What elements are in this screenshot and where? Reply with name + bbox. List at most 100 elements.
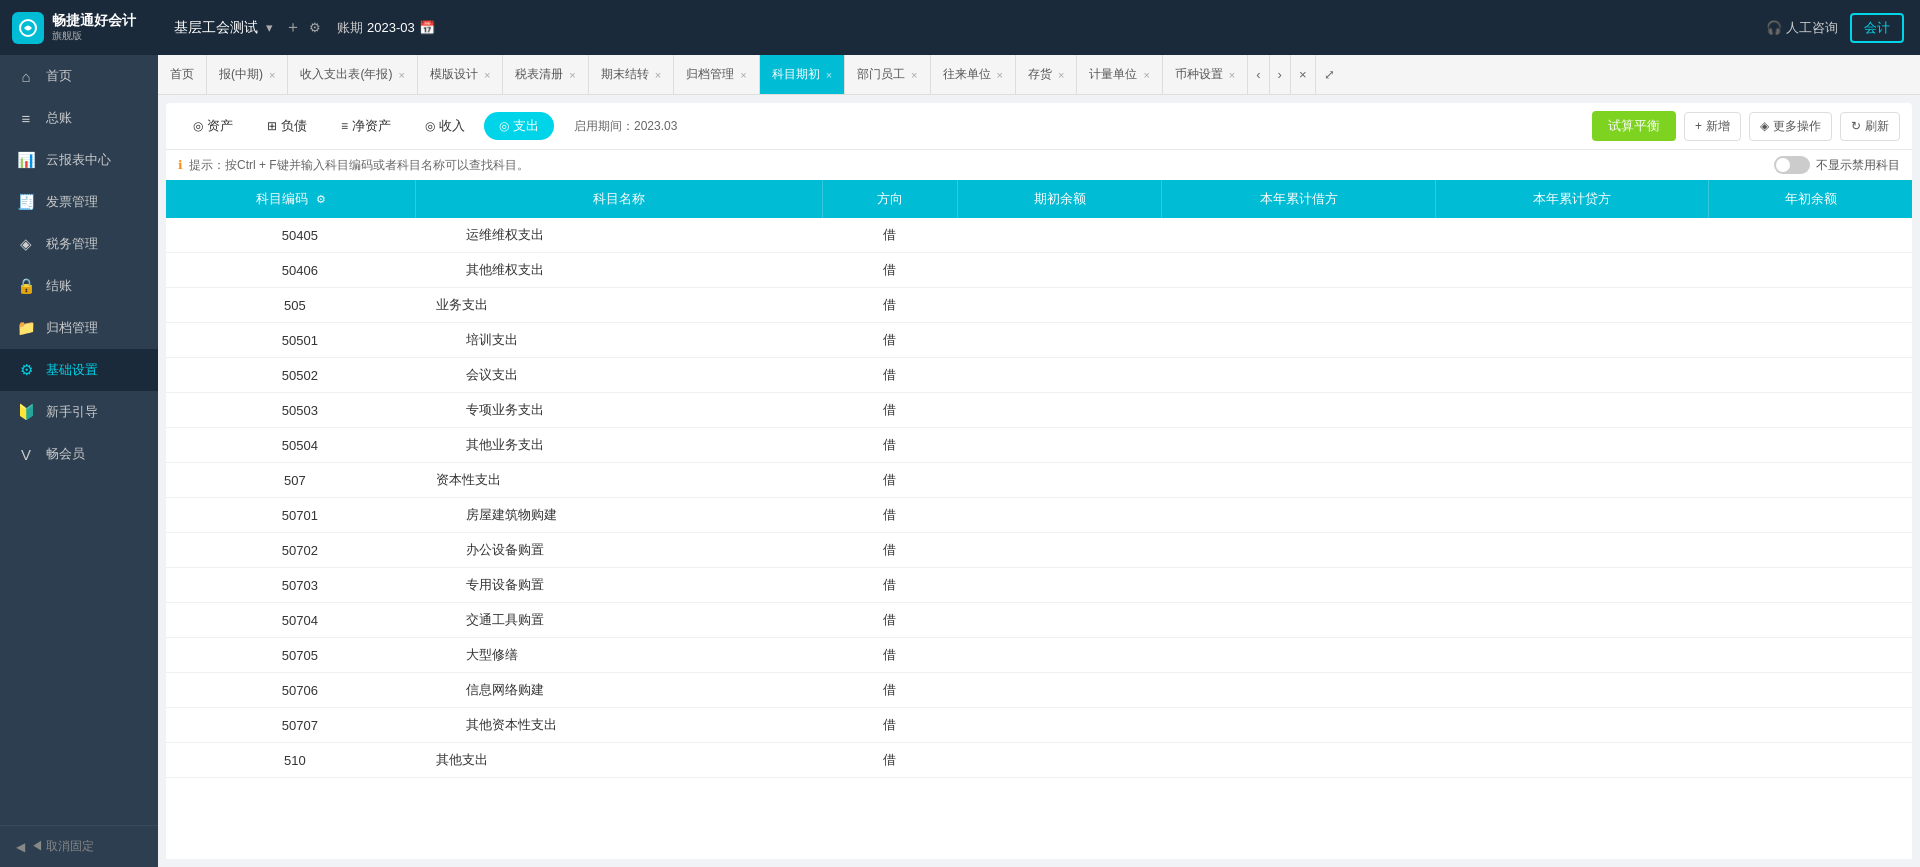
tab-close-customer[interactable]: ×	[997, 69, 1003, 81]
disabled-toggle[interactable]: 不显示禁用科目	[1774, 156, 1900, 174]
filter-tab-expense[interactable]: ◎ 支出	[484, 112, 554, 140]
filter-tab-income[interactable]: ◎ 收入	[410, 112, 480, 140]
cell-ytd-debit	[1162, 603, 1435, 638]
cell-ytd-credit	[1435, 673, 1708, 708]
sidebar-item-settings[interactable]: ⚙ 基础设置	[0, 349, 158, 391]
table-row[interactable]: 50704 交通工具购置 借	[166, 603, 1912, 638]
tab-home[interactable]: 首页	[158, 55, 207, 94]
table-row[interactable]: 50705 大型修缮 借	[166, 638, 1912, 673]
table-row[interactable]: 50706 信息网络购建 借	[166, 673, 1912, 708]
sidebar-item-invoice[interactable]: 🧾 发票管理	[0, 181, 158, 223]
cell-opening-balance	[957, 288, 1161, 323]
tab-dept-staff[interactable]: 部门员工 ×	[845, 55, 930, 94]
toggle-switch[interactable]	[1774, 156, 1810, 174]
table-row[interactable]: 50501 培训支出 借	[166, 323, 1912, 358]
sidebar-item-reports[interactable]: 📊 云报表中心	[0, 139, 158, 181]
column-settings-icon[interactable]: ⚙	[316, 193, 326, 205]
cell-year-opening	[1709, 428, 1912, 463]
tab-prev-btn[interactable]: ‹	[1248, 55, 1269, 94]
table-row[interactable]: 507 资本性支出 借	[166, 463, 1912, 498]
help-btn[interactable]: 🎧 人工咨询	[1766, 19, 1838, 37]
table-row[interactable]: 50503 专项业务支出 借	[166, 393, 1912, 428]
tab-close-currency[interactable]: ×	[1229, 69, 1235, 81]
tab-close-period-end[interactable]: ×	[655, 69, 661, 81]
filter-tab-net-asset[interactable]: ≡ 净资产	[326, 112, 406, 140]
cell-opening-balance	[957, 428, 1161, 463]
filter-tab-debt[interactable]: ⊞ 负债	[252, 112, 322, 140]
cell-name: 其他支出	[416, 743, 822, 778]
tab-close-all-btn[interactable]: ×	[1291, 55, 1316, 94]
table-row[interactable]: 50702 办公设备购置 借	[166, 533, 1912, 568]
tab-template[interactable]: 模版设计 ×	[418, 55, 503, 94]
sidebar-nav: ⌂ 首页 ≡ 总账 📊 云报表中心 🧾 发票管理 ◈ 税务管理 🔒 结账 📁 归…	[0, 55, 158, 825]
add-btn[interactable]: + 新增	[1684, 112, 1741, 141]
tab-currency[interactable]: 币种设置 ×	[1163, 55, 1248, 94]
cell-code: 50702	[166, 533, 416, 568]
tab-close-dept-staff[interactable]: ×	[911, 69, 917, 81]
tab-close-archive-mgmt[interactable]: ×	[740, 69, 746, 81]
cell-name: 专用设备购置	[416, 568, 822, 603]
cell-opening-balance	[957, 708, 1161, 743]
cell-direction: 借	[822, 218, 957, 253]
add-company-btn[interactable]: ＋	[285, 17, 301, 38]
tab-customer[interactable]: 往来单位 ×	[931, 55, 1016, 94]
table-row[interactable]: 50707 其他资本性支出 借	[166, 708, 1912, 743]
refresh-btn[interactable]: ↻ 刷新	[1840, 112, 1900, 141]
tab-close-income-year[interactable]: ×	[398, 69, 404, 81]
tab-close-subject-init[interactable]: ×	[826, 69, 832, 81]
tab-inventory[interactable]: 存货 ×	[1016, 55, 1077, 94]
table-row[interactable]: 510 其他支出 借	[166, 743, 1912, 778]
tab-close-tax-list[interactable]: ×	[569, 69, 575, 81]
table-row[interactable]: 50504 其他业务支出 借	[166, 428, 1912, 463]
balance-btn[interactable]: 试算平衡	[1592, 111, 1676, 141]
tab-label-income-year: 收入支出表(年报)	[300, 66, 392, 83]
tab-expand-btn[interactable]: ⤢	[1316, 55, 1343, 94]
th-ytd-debit: 本年累计借方	[1162, 180, 1435, 218]
sidebar-item-ledger[interactable]: ≡ 总账	[0, 97, 158, 139]
tab-report-mid[interactable]: 报(中期) ×	[207, 55, 288, 94]
company-settings-icon[interactable]: ⚙	[309, 20, 321, 35]
sidebar-item-archive[interactable]: 📁 归档管理	[0, 307, 158, 349]
calendar-icon[interactable]: 📅	[419, 20, 435, 35]
tab-unit[interactable]: 计量单位 ×	[1077, 55, 1162, 94]
sidebar-item-home[interactable]: ⌂ 首页	[0, 55, 158, 97]
add-label: 新增	[1706, 118, 1730, 135]
table-row[interactable]: 50405 运维维权支出 借	[166, 218, 1912, 253]
table-row[interactable]: 505 业务支出 借	[166, 288, 1912, 323]
table-row[interactable]: 50406 其他维权支出 借	[166, 253, 1912, 288]
tab-archive-mgmt[interactable]: 归档管理 ×	[674, 55, 759, 94]
tab-close-inventory[interactable]: ×	[1058, 69, 1064, 81]
sidebar-item-checkout[interactable]: 🔒 结账	[0, 265, 158, 307]
sidebar-label-member: 畅会员	[46, 445, 85, 463]
table-row[interactable]: 50502 会议支出 借	[166, 358, 1912, 393]
tab-next-btn[interactable]: ›	[1270, 55, 1291, 94]
th-ytd-credit: 本年累计贷方	[1435, 180, 1708, 218]
sidebar-item-member[interactable]: V 畅会员	[0, 433, 158, 475]
cell-ytd-credit	[1435, 743, 1708, 778]
cell-code: 50405	[166, 218, 416, 253]
filter-tab-asset[interactable]: ◎ 资产	[178, 112, 248, 140]
tab-income-year[interactable]: 收入支出表(年报) ×	[288, 55, 417, 94]
sidebar-item-guide[interactable]: 🔰 新手引导	[0, 391, 158, 433]
sidebar-collapse-btn[interactable]: ◀ ◀ 取消固定	[0, 825, 158, 867]
cell-direction: 借	[822, 393, 957, 428]
company-dropdown-icon[interactable]: ▾	[266, 20, 273, 35]
table-row[interactable]: 50701 房屋建筑物购建 借	[166, 498, 1912, 533]
tab-close-report-mid[interactable]: ×	[269, 69, 275, 81]
tab-period-end[interactable]: 期末结转 ×	[589, 55, 674, 94]
sidebar-item-tax[interactable]: ◈ 税务管理	[0, 223, 158, 265]
settings-icon: ⚙	[16, 361, 36, 379]
table-row[interactable]: 50703 专用设备购置 借	[166, 568, 1912, 603]
user-role-btn[interactable]: 会计	[1850, 13, 1904, 43]
more-btn[interactable]: ◈ 更多操作	[1749, 112, 1832, 141]
tab-close-unit[interactable]: ×	[1143, 69, 1149, 81]
tab-label-home: 首页	[170, 66, 194, 83]
tab-tax-list[interactable]: 税表清册 ×	[503, 55, 588, 94]
cell-direction: 借	[822, 288, 957, 323]
tab-subject-init[interactable]: 科目期初 ×	[760, 55, 845, 94]
cell-name: 信息网络购建	[416, 673, 822, 708]
sidebar-label-home: 首页	[46, 67, 72, 85]
cell-opening-balance	[957, 673, 1161, 708]
cell-year-opening	[1709, 708, 1912, 743]
tab-close-template[interactable]: ×	[484, 69, 490, 81]
